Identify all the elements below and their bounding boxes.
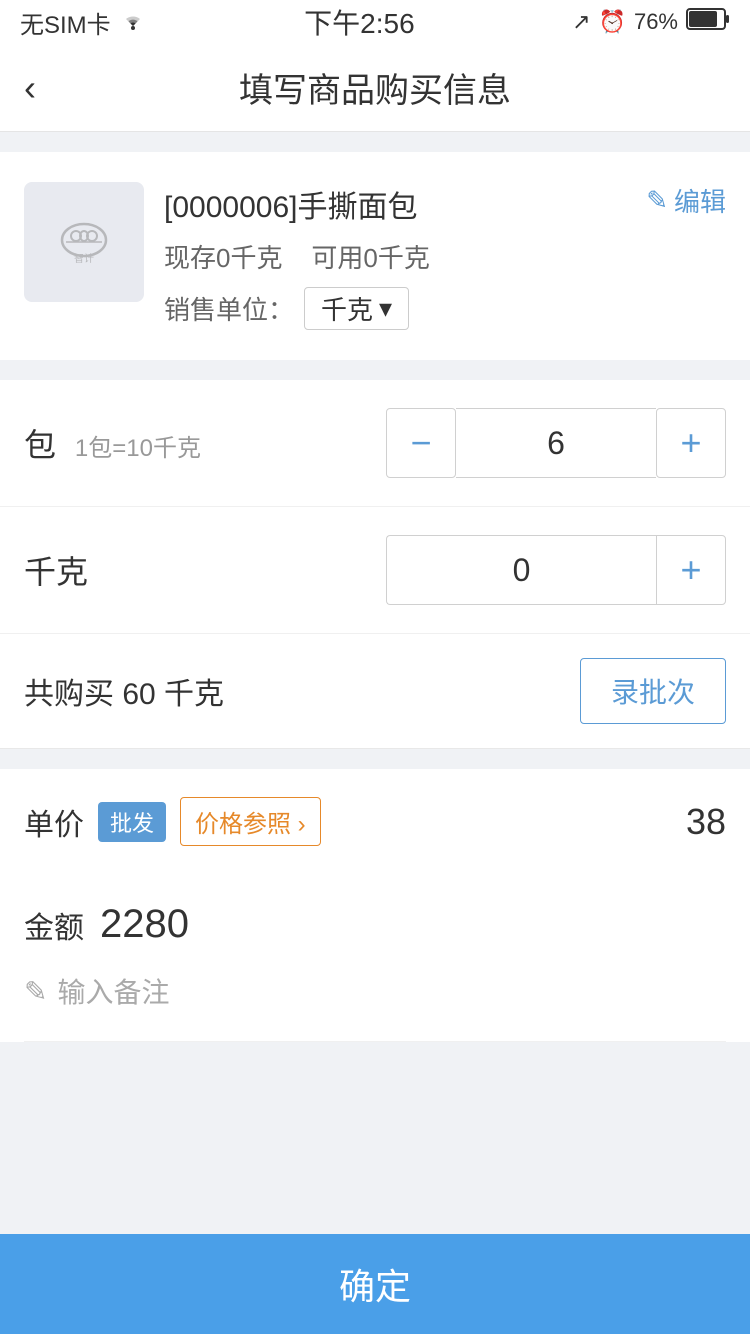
kg-quantity-control: + xyxy=(386,535,726,605)
product-info: [0000006]手撕面包 现存0千克 可用0千克 销售单位： 千克 ▾ xyxy=(164,182,726,330)
note-placeholder: 输入备注 xyxy=(57,971,169,1011)
status-right: ↗ ⏰ 76% xyxy=(572,8,730,36)
edit-button[interactable]: ✎ 编辑 xyxy=(646,182,726,219)
total-row: 共购买 60 千克 录批次 xyxy=(0,634,750,749)
back-button[interactable]: ‹ xyxy=(24,67,36,109)
battery-icon xyxy=(686,8,730,36)
page-title: 填写商品购买信息 xyxy=(239,63,511,112)
product-image: 智计 xyxy=(24,182,144,302)
amount-row: 金额 2280 xyxy=(24,902,726,947)
price-reference-button[interactable]: 价格参照 › xyxy=(180,797,321,846)
total-label: 共购买 60 千克 xyxy=(24,669,224,713)
price-section: 单价 批发 价格参照 › 38 xyxy=(0,769,750,874)
product-stock: 现存0千克 可用0千克 xyxy=(164,238,726,275)
quantity-section: 包 1包=10千克 − + 千克 + xyxy=(0,380,750,634)
amount-label: 金额 xyxy=(24,903,84,947)
status-time: 下午2:56 xyxy=(304,2,415,42)
svg-text:智计: 智计 xyxy=(74,252,94,265)
kg-quantity-input[interactable] xyxy=(386,535,656,605)
carrier-label: 无SIM卡 xyxy=(20,5,111,40)
status-left: 无SIM卡 xyxy=(20,5,147,40)
amount-value: 2280 xyxy=(100,902,189,947)
edit-icon: ✎ xyxy=(646,185,668,216)
quantity-row-bao: 包 1包=10千克 − + xyxy=(0,380,750,507)
status-bar: 无SIM卡 下午2:56 ↗ ⏰ 76% xyxy=(0,0,750,44)
product-card: 智计 [0000006]手撕面包 现存0千克 可用0千克 销售单位： 千克 ▾ … xyxy=(0,152,750,360)
battery-label: 76% xyxy=(634,9,678,35)
location-icon: ↗ xyxy=(572,9,590,35)
kg-label: 千克 xyxy=(24,547,386,593)
price-tag: 批发 xyxy=(98,802,166,842)
product-name: [0000006]手撕面包 xyxy=(164,182,726,226)
record-batch-button[interactable]: 录批次 xyxy=(580,658,726,724)
note-row[interactable]: ✎ 输入备注 xyxy=(24,971,726,1042)
chevron-down-icon: ▾ xyxy=(379,293,392,324)
bao-quantity-control: − + xyxy=(386,408,726,478)
note-icon: ✎ xyxy=(24,975,47,1008)
price-row: 单价 批发 价格参照 › 38 xyxy=(0,769,750,874)
bao-quantity-input[interactable] xyxy=(456,408,656,478)
bao-minus-button[interactable]: − xyxy=(386,408,456,478)
price-value: 38 xyxy=(686,801,726,843)
confirm-button[interactable]: 确定 xyxy=(0,1234,750,1334)
nav-bar: ‹ 填写商品购买信息 xyxy=(0,44,750,132)
product-unit: 销售单位： 千克 ▾ xyxy=(164,287,726,330)
price-label: 单价 xyxy=(24,800,84,844)
amount-section: 金额 2280 ✎ 输入备注 xyxy=(0,874,750,1042)
kg-plus-button[interactable]: + xyxy=(656,535,726,605)
unit-select[interactable]: 千克 ▾ xyxy=(304,287,409,330)
wifi-icon xyxy=(119,8,147,37)
quantity-row-kg: 千克 + xyxy=(0,507,750,634)
alarm-icon: ⏰ xyxy=(599,9,626,35)
bao-label: 包 1包=10千克 xyxy=(24,420,386,466)
bao-plus-button[interactable]: + xyxy=(656,408,726,478)
